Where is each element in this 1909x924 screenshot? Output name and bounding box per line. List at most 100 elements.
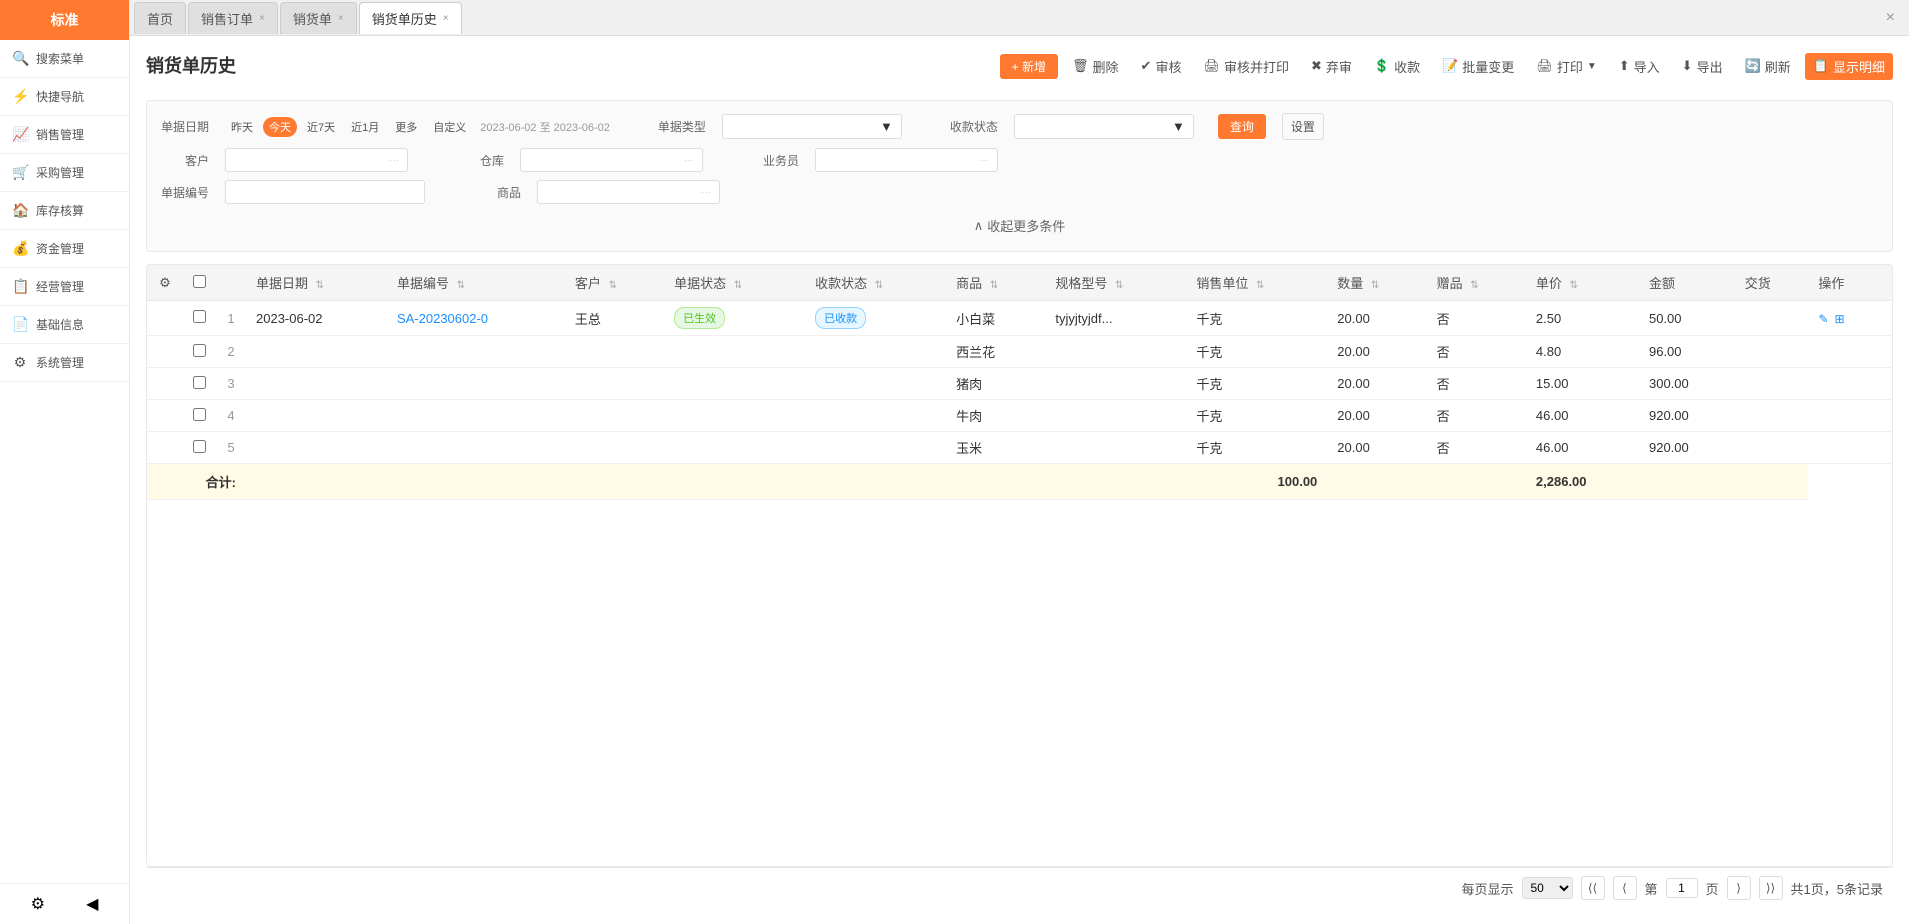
export-icon: ⬇ [1682,58,1693,74]
row-checkbox[interactable] [193,440,206,453]
date-btn-7days[interactable]: 近7天 [301,117,341,137]
audit-button[interactable]: ✔ 审核 [1133,53,1190,80]
col-gift[interactable]: 赠品 ⇅ [1427,265,1526,301]
sidebar-settings-icon[interactable]: ⚙ [31,894,45,914]
row-checkbox[interactable] [193,408,206,421]
next-page-button[interactable]: ⟩ [1727,876,1751,900]
show-details-button[interactable]: 📋 显示明细 [1805,53,1893,80]
tab-sales-delivery[interactable]: 销货单 × [280,2,357,34]
import-button[interactable]: ⬆ 导入 [1611,53,1668,80]
warehouse-label: 仓库 [454,152,504,169]
sidebar-item-quick-nav[interactable]: ⚡ 快捷导航 [0,78,129,116]
row-gear [147,368,183,400]
sys-mgmt-icon: ⚙ [12,354,28,371]
print-button[interactable]: 🖨 打印 ▼ [1528,53,1604,80]
delete-button[interactable]: 🗑 删除 [1064,53,1127,80]
sidebar-item-sales-mgmt[interactable]: 📈 销售管理 [0,116,129,154]
row-checkbox[interactable] [193,344,206,357]
collect-icon: 💲 [1374,58,1390,74]
row-gift: 否 [1427,301,1526,336]
first-page-button[interactable]: ⟨⟨ [1581,876,1605,900]
export-button[interactable]: ⬇ 导出 [1674,53,1731,80]
row-checkbox-cell[interactable] [183,301,216,336]
page-size-select[interactable]: 50 100 200 [1522,877,1573,899]
row-action-编辑[interactable]: ✎ [1818,312,1828,326]
sidebar-item-finance-mgmt[interactable]: 💰 资金管理 [0,230,129,268]
tab-sales-order[interactable]: 销售订单 × [188,2,278,34]
data-table: ⚙ 单据日期 ⇅ 单据编号 ⇅ 客户 ⇅ 单据状态 ⇅ 收款状态 ⇅ 商品 ⇅ … [147,265,1892,500]
summary-row: 合计: 100.00 2,286.00 [147,464,1892,500]
refresh-button[interactable]: 🔄 刷新 [1737,53,1799,80]
goods-input[interactable] [546,185,701,199]
tab-sales-history[interactable]: 销货单历史 × [359,2,462,34]
doc-no-link[interactable]: SA-20230602-0 [397,311,488,326]
row-checkbox-cell[interactable] [183,336,216,368]
collapse-button[interactable]: ∧ 收起更多条件 [159,212,1880,239]
close-sales-delivery-icon[interactable]: × [338,13,344,24]
customer-picker-icon[interactable]: ··· [389,155,399,166]
sort-doc-date-icon: ⇅ [316,280,324,291]
col-collect-status[interactable]: 收款状态 ⇅ [805,265,946,301]
doc-no-input[interactable] [225,180,425,204]
col-spec[interactable]: 规格型号 ⇅ [1045,265,1186,301]
goods-picker-icon[interactable]: ··· [701,187,711,198]
col-doc-no[interactable]: 单据编号 ⇅ [387,265,565,301]
sidebar-bottom: ⚙ ◀ [0,883,129,924]
row-qty: 20.00 [1327,432,1426,464]
row-action-删除[interactable]: ⊞ [1834,312,1844,326]
col-amount[interactable]: 金额 [1639,265,1735,301]
sidebar-item-sys-mgmt[interactable]: ⚙ 系统管理 [0,344,129,382]
salesperson-picker-icon[interactable]: ··· [979,155,989,166]
col-customer[interactable]: 客户 ⇅ [565,265,664,301]
collect-status-select[interactable]: ▼ [1014,114,1194,139]
date-btn-today[interactable]: 今天 [263,117,297,137]
col-sales-unit[interactable]: 销售单位 ⇅ [1186,265,1327,301]
salesperson-input[interactable] [824,153,979,167]
date-btn-1month[interactable]: 近1月 [345,117,385,137]
date-btn-more[interactable]: 更多 [389,117,423,137]
discard-button[interactable]: ✖ 弃审 [1303,53,1360,80]
collect-button[interactable]: 💲 收款 [1366,53,1428,80]
tab-home[interactable]: 首页 [134,2,186,34]
batch-change-button[interactable]: 📝 批量变更 [1434,53,1522,80]
doc-type-select[interactable]: ▼ [722,114,902,139]
sidebar-item-inventory[interactable]: 🏠 库存核算 [0,192,129,230]
row-checkbox-cell[interactable] [183,368,216,400]
customer-input[interactable] [234,153,389,167]
sidebar-item-purchase-mgmt[interactable]: 🛒 采购管理 [0,154,129,192]
select-all-checkbox[interactable] [193,275,206,288]
warehouse-picker-icon[interactable]: ··· [684,155,694,166]
row-checkbox[interactable] [193,376,206,389]
date-btn-custom[interactable]: 自定义 [427,117,472,137]
last-page-button[interactable]: ⟩⟩ [1759,876,1783,900]
page-number-input[interactable] [1666,878,1698,898]
total-records-label: 共1页，5条记录 [1791,879,1883,898]
sidebar-item-basic-info[interactable]: 📄 基础信息 [0,306,129,344]
date-btn-yesterday[interactable]: 昨天 [225,117,259,137]
col-doc-date[interactable]: 单据日期 ⇅ [246,265,387,301]
close-sales-history-icon[interactable]: × [443,13,449,24]
warehouse-input[interactable] [529,153,684,167]
col-unit-price[interactable]: 单价 ⇅ [1526,265,1639,301]
summary-gift-spacer [1327,464,1426,500]
query-button[interactable]: 查询 [1218,114,1266,139]
col-doc-status[interactable]: 单据状态 ⇅ [664,265,805,301]
sidebar-collapse-icon[interactable]: ◀ [86,894,98,914]
row-checkbox-cell[interactable] [183,432,216,464]
col-gear[interactable]: ⚙ [147,265,183,301]
col-qty[interactable]: 数量 ⇅ [1327,265,1426,301]
row-checkbox-cell[interactable] [183,400,216,432]
row-actions [1808,368,1892,400]
col-goods[interactable]: 商品 ⇅ [946,265,1045,301]
sidebar-item-label-search-menu: 搜索菜单 [36,50,84,67]
close-sales-order-icon[interactable]: × [259,13,265,24]
sidebar-item-search-menu[interactable]: 🔍 搜索菜单 [0,40,129,78]
col-checkbox[interactable] [183,265,216,301]
tab-bar-close-button[interactable]: × [1876,9,1905,27]
sidebar-item-ops-mgmt[interactable]: 📋 经营管理 [0,268,129,306]
settings-button[interactable]: 设置 [1282,113,1324,140]
audit-print-button[interactable]: 🖨 审核并打印 [1195,53,1297,80]
row-checkbox[interactable] [193,310,206,323]
prev-page-button[interactable]: ⟨ [1613,876,1637,900]
new-button[interactable]: + 新增 [1000,54,1058,79]
